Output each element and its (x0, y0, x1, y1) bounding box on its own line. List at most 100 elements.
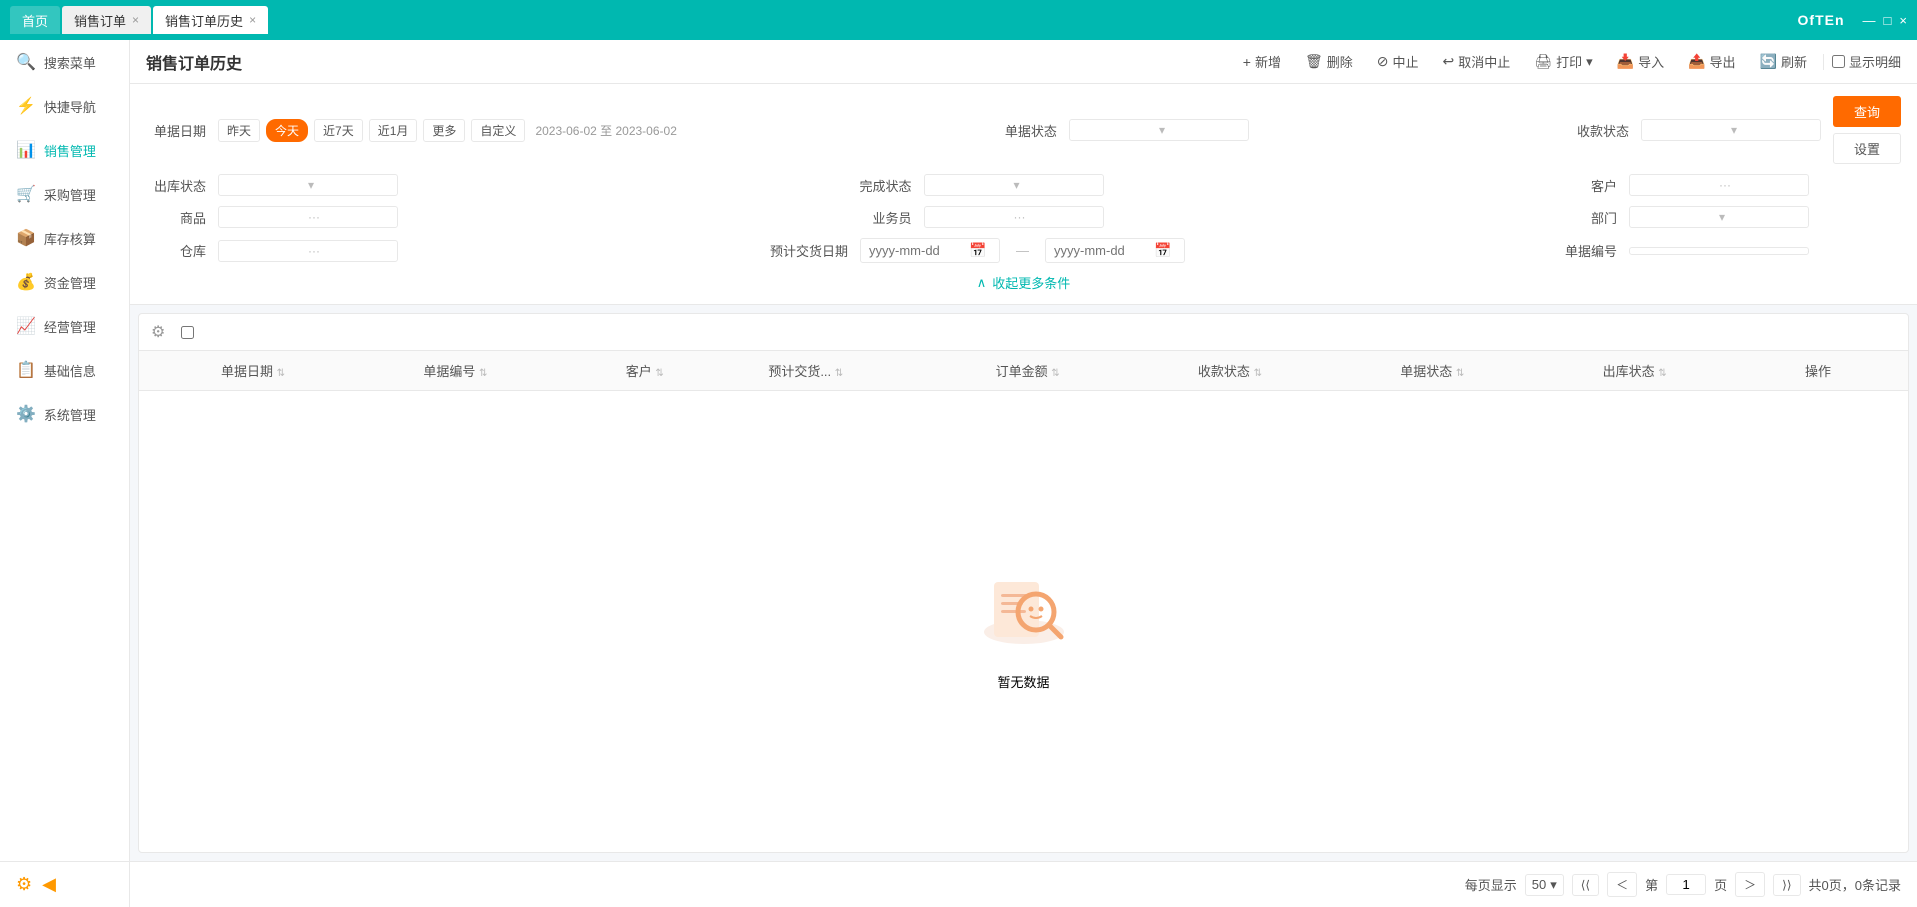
sidebar-item-basic-info-label: 基础信息 (44, 361, 96, 380)
setting-btn[interactable]: 设置 (1833, 133, 1901, 164)
warehouse-input[interactable]: ··· (218, 240, 398, 262)
date-range: 2023-06-02 至 2023-06-02 (535, 122, 676, 139)
th-amount[interactable]: 订单金额 ⇅ (984, 351, 1186, 391)
restore-btn[interactable]: □ (1884, 13, 1892, 28)
purchase-mgmt-icon: 🛒 (16, 184, 36, 204)
date-btn-more[interactable]: 更多 (423, 119, 465, 142)
th-check (179, 351, 209, 391)
refresh-btn[interactable]: 🔄 刷新 (1752, 48, 1815, 75)
tab-sales-order[interactable]: 销售订单 × (62, 6, 151, 34)
toolbar: + 新增 🗑 删除 ⊘ 中止 ↩ 取消中止 🖨 打印 (1235, 48, 1901, 75)
th-number[interactable]: 单据编号 ⇅ (411, 351, 613, 391)
th-customer[interactable]: 客户 ⇅ (614, 351, 757, 391)
tab-sales-order-history[interactable]: 销售订单历史 × (153, 6, 268, 34)
date-btn-7days[interactable]: 近7天 (314, 119, 363, 142)
page-input[interactable] (1666, 874, 1706, 895)
basic-info-icon: 📋 (16, 360, 36, 380)
table-settings-icon[interactable]: ⚙ (151, 322, 165, 342)
delivery-date-label: 预计交货日期 (770, 241, 848, 260)
delete-btn[interactable]: 🗑 删除 (1297, 48, 1361, 75)
delivery-date-start[interactable]: 📅 (860, 238, 1000, 263)
print-btn[interactable]: 🖨 打印 ▾ (1526, 48, 1600, 75)
close-btn[interactable]: × (1899, 13, 1907, 28)
sidebar-item-inventory-check[interactable]: 📦 库存核算 (0, 216, 129, 260)
th-out-status[interactable]: 出库状态 ⇅ (1591, 351, 1793, 391)
complete-status-label: 完成状态 (852, 176, 912, 195)
inventory-check-icon: 📦 (16, 228, 36, 248)
tab-home[interactable]: 首页 (10, 6, 60, 34)
customer-label: 客户 (1557, 176, 1617, 195)
bill-number-input[interactable] (1629, 247, 1809, 255)
bill-status-arrow-icon: ▾ (1159, 123, 1240, 137)
payment-status-select[interactable]: ▾ (1641, 119, 1821, 141)
th-date[interactable]: 单据日期 ⇅ (209, 351, 411, 391)
sidebar-item-inventory-check-label: 库存核算 (44, 229, 96, 248)
new-btn[interactable]: + 新增 (1235, 48, 1289, 75)
th-delivery[interactable]: 预计交货... ⇅ (756, 351, 983, 391)
stop-btn[interactable]: ⊘ 中止 (1369, 48, 1427, 75)
sidebar-item-quick-nav[interactable]: ⚡ 快捷导航 (0, 84, 129, 128)
page-title: 销售订单历史 (146, 50, 242, 74)
display-detail-toggle[interactable]: 显示明细 (1832, 52, 1901, 71)
th-number-sort-icon: ⇅ (479, 368, 487, 379)
complete-status-select[interactable]: ▾ (924, 174, 1104, 196)
delivery-date-end-input[interactable] (1054, 243, 1154, 258)
date-btn-1month[interactable]: 近1月 (369, 119, 418, 142)
sidebar-item-sales-mgmt[interactable]: 📊 销售管理 (0, 128, 129, 172)
import-btn[interactable]: 📥 导入 (1609, 48, 1672, 75)
delivery-date-end[interactable]: 📅 (1045, 238, 1185, 263)
cancel-stop-label: 取消中止 (1458, 52, 1510, 71)
filter-row-4: 仓库 ··· 预计交货日期 📅 — 📅 单据编号 (146, 238, 1901, 263)
quick-nav-icon: ⚡ (16, 96, 36, 116)
out-status-select[interactable]: ▾ (218, 174, 398, 196)
sidebar-item-search-menu[interactable]: 🔍 搜索菜单 (0, 40, 129, 84)
sidebar-settings-icon[interactable]: ⚙ (16, 874, 32, 895)
th-bill-status-label: 单据状态 (1400, 364, 1452, 379)
sidebar-item-quick-nav-label: 快捷导航 (44, 97, 96, 116)
tab-sales-order-close[interactable]: × (132, 13, 139, 27)
export-btn[interactable]: 📤 导出 (1680, 48, 1743, 75)
customer-input[interactable]: ··· (1629, 174, 1809, 196)
sidebar-item-sales-mgmt-label: 销售管理 (44, 141, 96, 160)
delivery-date-start-input[interactable] (869, 243, 969, 258)
sidebar-item-operation-mgmt-label: 经营管理 (44, 317, 96, 336)
table-toolbar: ⚙ (139, 314, 1908, 351)
goods-dots-icon: ··· (308, 210, 389, 224)
minimize-btn[interactable]: — (1863, 13, 1876, 28)
sidebar-item-basic-info[interactable]: 📋 基础信息 (0, 348, 129, 392)
import-icon: 📥 (1617, 53, 1634, 70)
query-btn[interactable]: 查询 (1833, 96, 1901, 127)
th-payment-status[interactable]: 收款状态 ⇅ (1186, 351, 1388, 391)
sidebar-collapse-icon[interactable]: ◀ (42, 874, 56, 895)
collapse-bar[interactable]: ∧ 收起更多条件 (146, 273, 1901, 292)
sidebar-item-system-mgmt[interactable]: ⚙️ 系统管理 (0, 392, 129, 436)
date-btn-today[interactable]: 今天 (266, 119, 308, 142)
prev-page-btn[interactable]: ＜ (1607, 872, 1637, 897)
date-btn-yesterday[interactable]: 昨天 (218, 119, 260, 142)
bill-status-select[interactable]: ▾ (1069, 119, 1249, 141)
salesman-input[interactable]: ··· (924, 206, 1104, 228)
tab-sales-order-label: 销售订单 (74, 11, 126, 30)
finance-mgmt-icon: 💰 (16, 272, 36, 292)
select-all-checkbox[interactable] (181, 326, 194, 339)
dept-arrow-icon: ▾ (1719, 210, 1800, 224)
sidebar-item-purchase-mgmt[interactable]: 🛒 采购管理 (0, 172, 129, 216)
goods-input[interactable]: ··· (218, 206, 398, 228)
sidebar-item-finance-mgmt[interactable]: 💰 资金管理 (0, 260, 129, 304)
collapse-up-icon: ∧ (977, 275, 987, 291)
cancel-stop-btn[interactable]: ↩ 取消中止 (1435, 48, 1519, 75)
sidebar-item-operation-mgmt[interactable]: 📈 经营管理 (0, 304, 129, 348)
next-page-btn[interactable]: ＞ (1735, 872, 1765, 897)
th-date-label: 单据日期 (221, 364, 273, 379)
display-detail-checkbox[interactable] (1832, 55, 1845, 68)
total-text: 共0页，0条记录 (1809, 875, 1901, 894)
per-page-label: 每页显示 (1465, 875, 1517, 894)
per-page-select[interactable]: 50 ▾ (1525, 874, 1564, 896)
tab-sales-order-history-close[interactable]: × (249, 13, 256, 27)
first-page-btn[interactable]: ⟨⟨ (1572, 874, 1599, 896)
tab-sales-order-history-label: 销售订单历史 (165, 11, 243, 30)
last-page-btn[interactable]: ⟩⟩ (1773, 874, 1800, 896)
th-bill-status[interactable]: 单据状态 ⇅ (1388, 351, 1590, 391)
date-btn-custom[interactable]: 自定义 (471, 119, 525, 142)
dept-select[interactable]: ▾ (1629, 206, 1809, 228)
